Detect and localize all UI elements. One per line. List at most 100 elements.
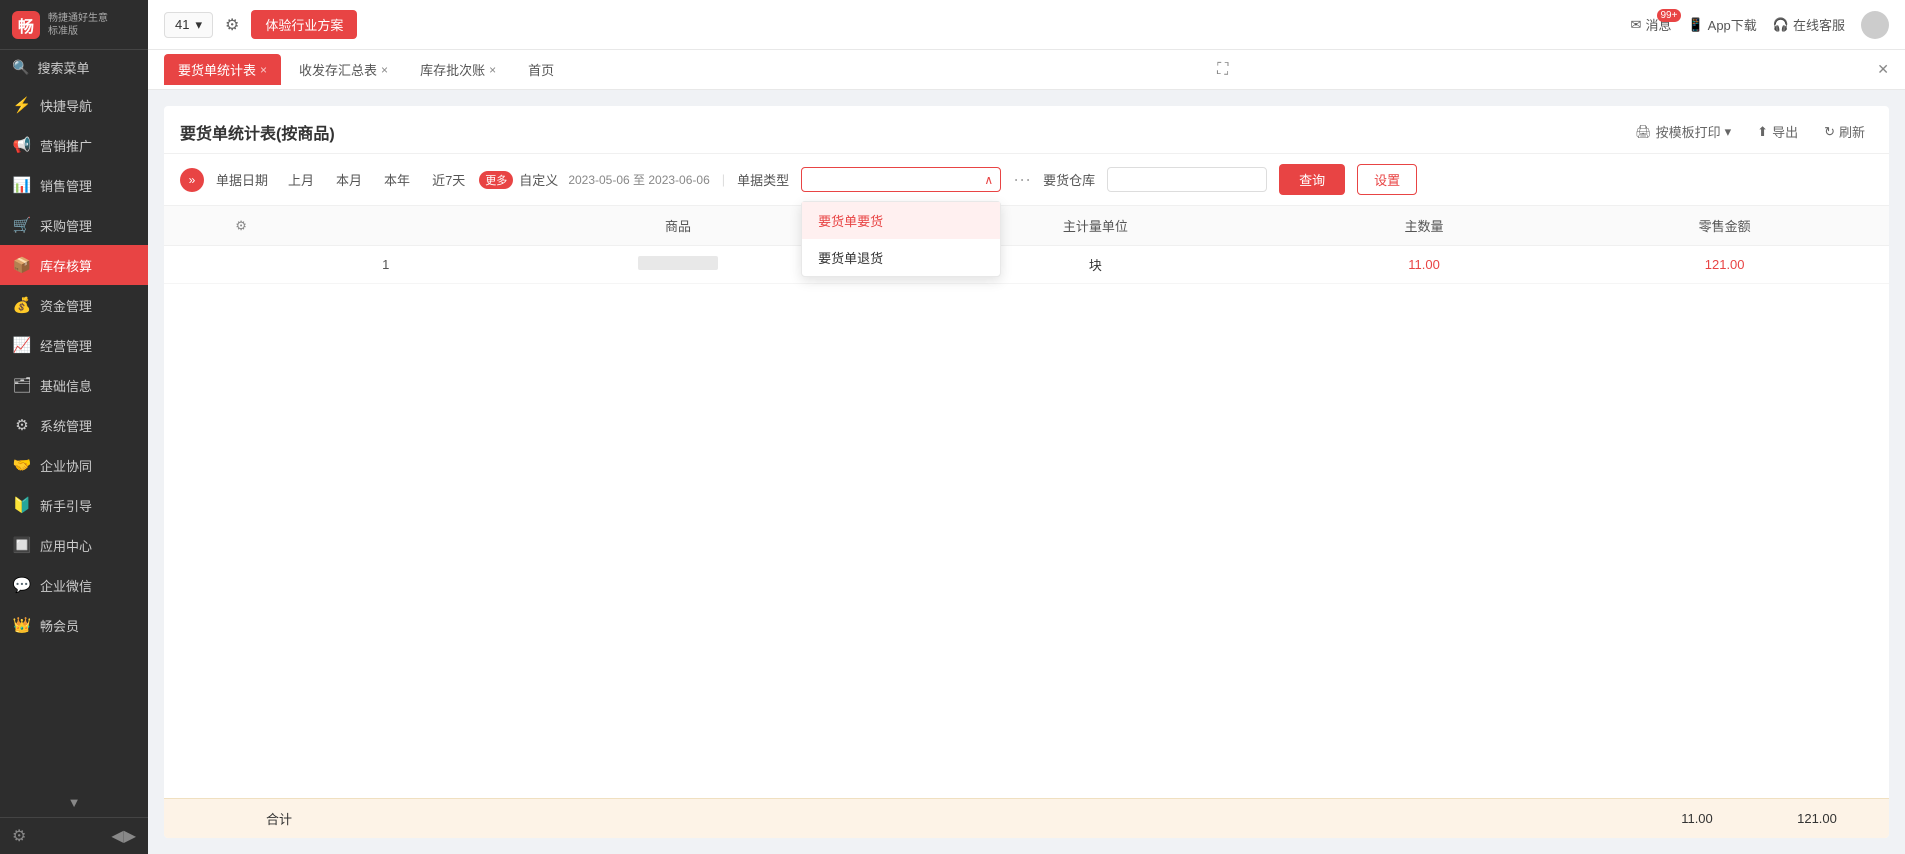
filter-type-section: ∧ 要货单要货要货单退货 ··· (801, 167, 1031, 192)
filter-row: » 单据日期 上月本月本年近7天更多自定义2023-05-06 至 2023-0… (164, 154, 1889, 206)
nav-label-weixin: 企业微信 (40, 576, 92, 595)
td-seq: 1 (318, 246, 453, 284)
tab-shoufapiao[interactable]: 收发存汇总表 × (285, 54, 402, 85)
sidebar-search[interactable]: 🔍 搜索菜单 (0, 50, 148, 85)
type-label: 单据类型 (737, 170, 789, 189)
td-quantity: 11.00 (1288, 246, 1560, 284)
nav-label-zijin: 资金管理 (40, 296, 92, 315)
th-settings[interactable]: ⚙ (164, 206, 318, 246)
topbar: 41 ▾ ⚙ 体验行业方案 ✉ 消息 99+ 📱 App下载 🎧 在线客服 (148, 0, 1905, 50)
nav-icon-caigou: 🛒 (12, 215, 32, 235)
page-card: 要货单统计表(按商品) 🖨 按模板打印 ▾ ⬆ 导出 ↻ 刷新 (164, 106, 1889, 838)
customer-service-btn[interactable]: 🎧 在线客服 (1773, 15, 1845, 34)
filter-expand-btn[interactable]: » (180, 168, 204, 192)
tab-label-home: 首页 (528, 60, 554, 79)
th-seq (318, 206, 453, 246)
nav-label-huiyuan: 畅会员 (40, 616, 79, 635)
th-amount: 零售金额 (1560, 206, 1889, 246)
td-amount: 121.00 (1560, 246, 1889, 284)
type-input[interactable] (801, 167, 1001, 192)
sidebar-item-qiye[interactable]: 🤝企业协同 (0, 445, 148, 485)
sidebar-item-yingyong[interactable]: 🔲应用中心 (0, 525, 148, 565)
filter-separator: | (722, 172, 725, 187)
tab-close-all-icon[interactable]: ✕ (1877, 61, 1889, 78)
avatar[interactable] (1861, 11, 1889, 39)
sidebar-item-xitong[interactable]: ⚙ 系统管理 (0, 405, 148, 445)
store-value: 41 (175, 17, 189, 32)
nav-icon-yingyong: 🔲 (12, 535, 32, 555)
date-btn-1[interactable]: 本月 (328, 167, 370, 192)
date-range-display: 2023-05-06 至 2023-06-06 (568, 171, 709, 188)
sidebar-scroll-down[interactable]: ▼ (0, 787, 148, 817)
nav-icon-jichu: 🗂 (12, 375, 32, 395)
tab-close-shoufapiao[interactable]: × (381, 63, 388, 77)
date-btn-2[interactable]: 本年 (376, 167, 418, 192)
settings-icon[interactable]: ⚙ (12, 826, 26, 846)
print-btn[interactable]: 🖨 按模板打印 ▾ (1627, 118, 1739, 145)
sidebar-logo: 畅 畅捷通好生意 标准版 (0, 0, 148, 50)
nav-label-jingying: 经营管理 (40, 336, 92, 355)
refresh-btn[interactable]: ↻ 刷新 (1816, 118, 1873, 145)
content-area: 要货单统计表(按商品) 🖨 按模板打印 ▾ ⬆ 导出 ↻ 刷新 (148, 90, 1905, 854)
query-button[interactable]: 查询 (1279, 164, 1345, 195)
table-footer: 合计 11.00 121.00 (164, 798, 1889, 838)
date-custom-btn[interactable]: 自定义 (519, 170, 558, 189)
nav-label-xinshou: 新手引导 (40, 496, 92, 515)
store-selector[interactable]: 41 ▾ (164, 12, 213, 38)
th-quantity: 主数量 (1288, 206, 1560, 246)
sidebar-item-xiaoshou[interactable]: 📊销售管理 (0, 165, 148, 205)
filter-more-btn[interactable]: ··· (1013, 169, 1031, 190)
type-dropdown-arrow[interactable]: ∧ (984, 173, 993, 187)
date-more-btn[interactable]: 更多 (479, 171, 513, 189)
sidebar-item-jingying[interactable]: 📈经营管理 (0, 325, 148, 365)
page-header: 要货单统计表(按商品) 🖨 按模板打印 ▾ ⬆ 导出 ↻ 刷新 (164, 106, 1889, 154)
page-title: 要货单统计表(按商品) (180, 120, 335, 144)
nav-label-xiaoshou: 销售管理 (40, 176, 92, 195)
nav-icon-huiyuan: 👑 (12, 615, 32, 635)
dropdown-item-yaohuo_order[interactable]: 要货单要货 (802, 202, 1000, 239)
tab-label-kucun_batch: 库存批次账 (420, 60, 485, 79)
sidebar-item-huiyuan[interactable]: 👑 畅会员 (0, 605, 148, 645)
sidebar-item-weixin[interactable]: 💬企业微信 (0, 565, 148, 605)
sidebar-item-caigou[interactable]: 🛒采购管理 (0, 205, 148, 245)
nav-icon-xitong: ⚙ (12, 415, 32, 435)
export-btn[interactable]: ⬆ 导出 (1749, 118, 1806, 145)
logo-text: 畅捷通好生意 标准版 (48, 12, 108, 38)
print-icon: 🖨 (1635, 124, 1652, 140)
phone-icon: 📱 (1687, 17, 1703, 33)
collapse-icon[interactable]: ◀▶ (111, 826, 136, 846)
export-icon: ⬆ (1757, 124, 1768, 140)
sidebar-item-zijin[interactable]: 💰资金管理 (0, 285, 148, 325)
tab-expand-icon[interactable]: ⛶ (1217, 61, 1228, 79)
promo-button[interactable]: 体验行业方案 (251, 10, 357, 39)
sidebar-item-yingxiao[interactable]: 📢营销推广 (0, 125, 148, 165)
logo-icon: 畅 (12, 11, 40, 39)
search-icon: 🔍 (12, 59, 29, 76)
warehouse-input[interactable] (1107, 167, 1267, 192)
page-actions: 🖨 按模板打印 ▾ ⬆ 导出 ↻ 刷新 (1627, 118, 1873, 145)
tab-label-shoufapiao: 收发存汇总表 (299, 60, 377, 79)
settings-button[interactable]: 设置 (1357, 164, 1417, 195)
dropdown-item-yaohuo_return[interactable]: 要货单退货 (802, 239, 1000, 276)
footer-label: 合计 (266, 809, 386, 828)
date-btn-0[interactable]: 上月 (280, 167, 322, 192)
sidebar-item-xinshou[interactable]: 🔰新手引导 (0, 485, 148, 525)
tab-home[interactable]: 首页 (514, 54, 568, 85)
sidebar-item-kucun[interactable]: 📦库存核算 (0, 245, 148, 285)
print-arrow-icon: ▾ (1725, 124, 1732, 140)
messages-btn[interactable]: ✉ 消息 99+ (1631, 15, 1672, 34)
topbar-gear-icon[interactable]: ⚙ (225, 15, 239, 35)
table-row: 1 块 11.00 121.00 (164, 246, 1889, 284)
nav-label-kuaijie: 快捷导航 (40, 96, 92, 115)
date-btn-3[interactable]: 近7天 (424, 167, 473, 192)
app-download-btn[interactable]: 📱 App下载 (1687, 15, 1756, 34)
tab-close-kucun_batch[interactable]: × (489, 63, 496, 77)
nav-label-xitong: 系统管理 (40, 416, 92, 435)
tab-yaohuo_stat[interactable]: 要货单统计表× (164, 54, 281, 85)
sidebar-item-kuaijie[interactable]: ⚡快捷导航 (0, 85, 148, 125)
service-icon: 🎧 (1773, 17, 1789, 33)
nav-icon-kucun: 📦 (12, 255, 32, 275)
tab-kucun_batch[interactable]: 库存批次账 × (406, 54, 510, 85)
sidebar-item-jichu[interactable]: 🗂基础信息 (0, 365, 148, 405)
tab-close-yaohuo_stat[interactable]: × (260, 63, 267, 77)
